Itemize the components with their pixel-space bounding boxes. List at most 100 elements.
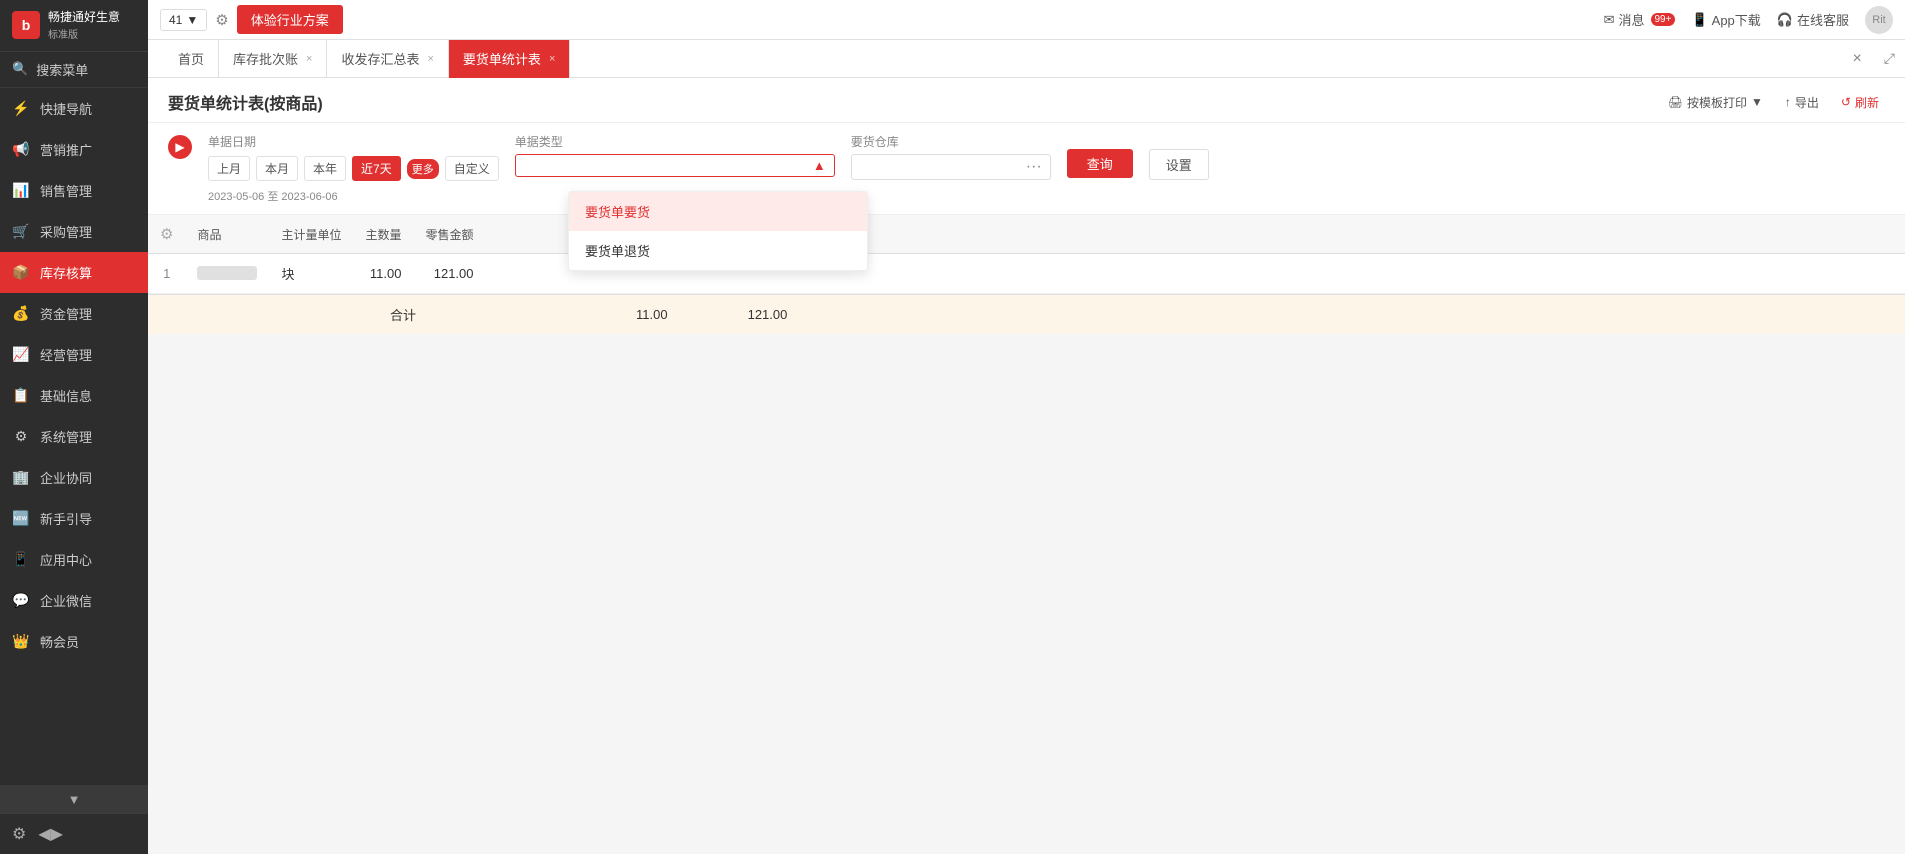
logo-icon: b — [12, 11, 40, 39]
trial-button[interactable]: 体验行业方案 — [237, 5, 343, 34]
collapse-icon[interactable]: ◀▶ — [38, 824, 63, 844]
sidebar-item-enterprise[interactable]: 🏢 企业协同 — [0, 457, 148, 498]
query-button[interactable]: 查询 — [1067, 149, 1133, 178]
sidebar-nav: ⚡ 快捷导航 📢 营销推广 📊 销售管理 🛒 采购管理 📦 库存核算 💰 资金管… — [0, 88, 148, 785]
date-btn-custom[interactable]: 自定义 — [445, 156, 499, 181]
more-badge: 更多 — [407, 159, 439, 179]
sidebar-item-operation[interactable]: 📈 经营管理 — [0, 334, 148, 375]
sidebar-search[interactable]: 🔍 搜索菜单 — [0, 52, 148, 88]
sidebar-item-label: 系统管理 — [40, 427, 92, 446]
sidebar-item-label: 经营管理 — [40, 345, 92, 364]
messages-label: 消息 — [1618, 10, 1644, 29]
tab-home[interactable]: 首页 — [164, 40, 219, 78]
operation-icon: 📈 — [12, 346, 30, 363]
topbar-settings-icon[interactable]: ⚙ — [215, 11, 228, 29]
sidebar-item-marketing[interactable]: 📢 营销推广 — [0, 129, 148, 170]
tab-collect-close[interactable]: × — [427, 53, 433, 65]
row-unit: 块 — [269, 254, 353, 294]
topbar: 41 ▼ ⚙ 体验行业方案 ✉ 消息 99+ 📱 App下载 🎧 在线客服 — [148, 0, 1905, 40]
messages-btn[interactable]: ✉ 消息 99+ — [1604, 10, 1676, 29]
type-dropdown-arrow[interactable]: ▲ — [813, 158, 826, 173]
tab-order-stat-close[interactable]: × — [549, 53, 555, 65]
sidebar-item-basic[interactable]: 📋 基础信息 — [0, 375, 148, 416]
tab-batch[interactable]: 库存批次账 × — [219, 40, 327, 78]
date-btn-year[interactable]: 本年 — [304, 156, 346, 181]
date-btn-up[interactable]: 上月 — [208, 156, 250, 181]
type-dropdown-popup: 要货单要货 要货单退货 — [568, 191, 868, 271]
table-row: 1 块 11.00 121.00 — [148, 254, 1905, 294]
sidebar-item-apps[interactable]: 📱 应用中心 — [0, 539, 148, 580]
col-settings-icon[interactable]: ⚙ — [160, 226, 173, 243]
shortcut-icon: ⚡ — [12, 100, 30, 117]
warehouse-input-field[interactable] — [860, 160, 1026, 174]
date-btn-recent7[interactable]: 近7天 — [352, 156, 401, 181]
tab-order-stat-label: 要货单统计表 — [463, 49, 541, 68]
filter-expand-arrow[interactable]: ▶ — [168, 135, 192, 159]
sidebar: b 畅捷通好生意 标准版 🔍 搜索菜单 ⚡ 快捷导航 📢 营销推广 📊 销售管理… — [0, 0, 148, 854]
table-footer: 合计 11.00 121.00 — [148, 294, 1905, 334]
tab-batch-close[interactable]: × — [306, 53, 312, 65]
app-logo: b 畅捷通好生意 标准版 — [0, 0, 148, 52]
refresh-label: 刷新 — [1855, 94, 1879, 111]
sidebar-item-purchase[interactable]: 🛒 采购管理 — [0, 211, 148, 252]
messages-badge: 99+ — [1651, 13, 1676, 26]
search-icon: 🔍 — [12, 61, 28, 77]
sidebar-item-guide[interactable]: 🆕 新手引导 — [0, 498, 148, 539]
dropdown-option-order-req[interactable]: 要货单要货 — [569, 192, 867, 231]
data-table-container: ⚙ 商品 主计量单位 主数量 零售金额 1 — [148, 215, 1905, 294]
settings-bottom-icon[interactable]: ⚙ — [12, 824, 26, 844]
sidebar-item-sales[interactable]: 📊 销售管理 — [0, 170, 148, 211]
warehouse-filter-label: 要货仓库 — [851, 133, 1051, 150]
tab-order-stat[interactable]: 要货单统计表 × — [449, 40, 570, 78]
sidebar-item-inventory[interactable]: 📦 库存核算 — [0, 252, 148, 293]
enterprise-icon: 🏢 — [12, 469, 30, 486]
system-icon: ⚙ — [12, 428, 30, 445]
user-profile[interactable]: Rit — [1865, 6, 1893, 34]
type-filter-group: 单据类型 ▲ — [515, 133, 835, 177]
export-btn[interactable]: ↑ 导出 — [1779, 91, 1825, 114]
sidebar-item-label: 库存核算 — [40, 263, 92, 282]
sidebar-item-finance[interactable]: 💰 资金管理 — [0, 293, 148, 334]
logo-name: 畅捷通好生意 — [48, 10, 120, 26]
basic-icon: 📋 — [12, 387, 30, 404]
app-download-btn[interactable]: 📱 App下载 — [1691, 10, 1760, 29]
app-icon: 📱 — [1691, 12, 1707, 28]
footer-qty: 11.00 — [636, 307, 668, 322]
footer-label: 合计 — [390, 305, 416, 324]
close-all-tabs[interactable]: × — [1840, 50, 1873, 68]
online-service-btn[interactable]: 🎧 在线客服 — [1777, 10, 1849, 29]
app-download-label: App下载 — [1712, 10, 1761, 29]
refresh-btn[interactable]: ↺ 刷新 — [1835, 91, 1885, 114]
col-header-qty: 主数量 — [353, 215, 413, 254]
row-product — [185, 254, 269, 294]
print-template-btn[interactable]: 🖨 按模板打印 ▼ — [1662, 91, 1769, 114]
warehouse-filter-input[interactable]: ··· — [851, 154, 1051, 180]
member-icon: 👑 — [12, 633, 30, 650]
export-icon: ↑ — [1785, 95, 1791, 109]
sidebar-item-weixin[interactable]: 💬 企业微信 — [0, 580, 148, 621]
apps-icon: 📱 — [12, 551, 30, 568]
sidebar-item-label: 新手引导 — [40, 509, 92, 528]
warehouse-more-icon[interactable]: ··· — [1026, 158, 1042, 176]
sidebar-item-label: 企业协同 — [40, 468, 92, 487]
sales-icon: 📊 — [12, 182, 30, 199]
sidebar-item-system[interactable]: ⚙ 系统管理 — [0, 416, 148, 457]
sidebar-item-member[interactable]: 👑 畅会员 — [0, 621, 148, 662]
dropdown-option-order-ret[interactable]: 要货单退货 — [569, 231, 867, 270]
tab-collect[interactable]: 收发存汇总表 × — [327, 40, 448, 78]
date-filter-group: 单据日期 上月 本月 本年 近7天 更多 自定义 2023-05-06 至 20… — [208, 133, 499, 204]
date-btn-this[interactable]: 本月 — [256, 156, 298, 181]
type-filter-input[interactable]: ▲ — [515, 154, 835, 177]
page-header: 要货单统计表(按商品) 🖨 按模板打印 ▼ ↑ 导出 ↺ 刷新 — [148, 78, 1905, 123]
row-num: 1 — [148, 254, 185, 294]
sidebar-scroll-down[interactable]: ▼ — [0, 785, 148, 813]
branch-selector[interactable]: 41 ▼ — [160, 9, 207, 31]
topbar-left: 41 ▼ ⚙ 体验行业方案 — [160, 5, 1594, 34]
sidebar-item-shortcut[interactable]: ⚡ 快捷导航 — [0, 88, 148, 129]
print-label: 按模板打印 — [1687, 94, 1747, 111]
sidebar-item-label: 基础信息 — [40, 386, 92, 405]
settings-button[interactable]: 设置 — [1149, 149, 1209, 180]
expand-tabs[interactable]: ⤢ — [1874, 50, 1905, 67]
type-input-field[interactable] — [524, 159, 813, 173]
product-name-blurred — [197, 266, 257, 280]
